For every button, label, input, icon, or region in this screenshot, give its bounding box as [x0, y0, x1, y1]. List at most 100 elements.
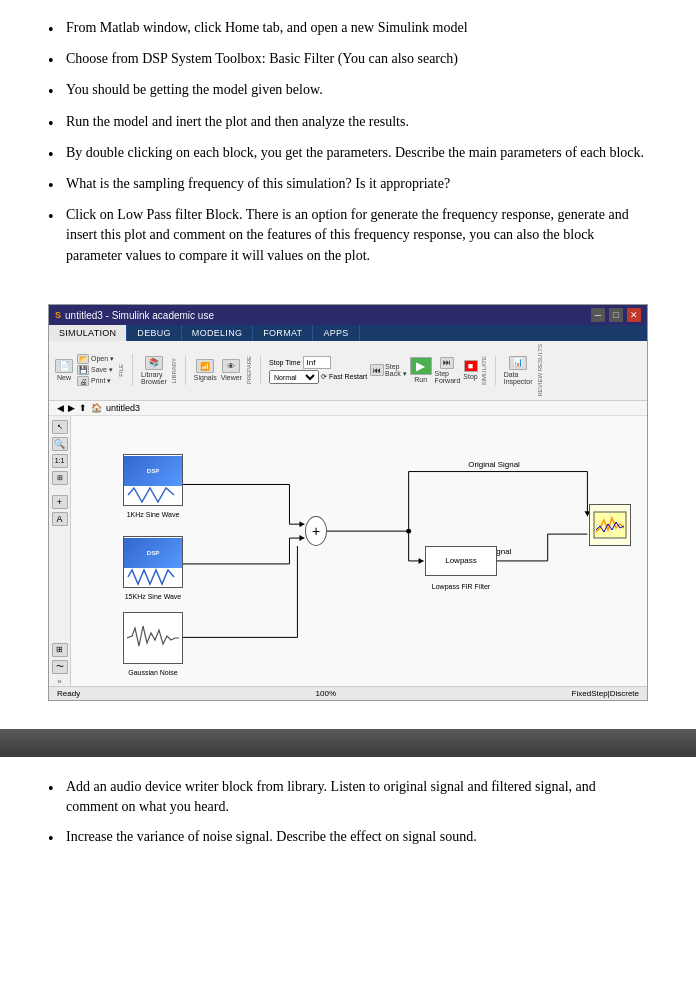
step-forward-label: StepForward [435, 370, 461, 384]
signals-label: Signals [194, 374, 217, 381]
signal-tool[interactable]: 〜 [52, 660, 68, 674]
library-label: LibraryBrowser [141, 371, 167, 385]
list-item: • Choose from DSP System Toolbox: Basic … [48, 49, 648, 70]
lowpass-block[interactable]: LowpassLowpass FIR Filter [425, 546, 497, 576]
print-button[interactable]: 🖨 Print ▾ [77, 376, 114, 386]
adder-block[interactable]: + [305, 516, 327, 546]
viewer-label: Viewer [221, 374, 242, 381]
nav-up-icon[interactable]: ⬆ [79, 403, 87, 413]
run-button[interactable]: ▶ Run [410, 357, 432, 383]
step-signals-button[interactable]: 📶 Signals [194, 359, 217, 381]
new-icon: 📄 [55, 359, 73, 373]
open-label: Open ▾ [91, 355, 114, 363]
simulink-breadcrumb: ◀ ▶ ⬆ 🏠 untitled3 [49, 401, 647, 416]
sine1-block[interactable]: DSP 1KHz Sine Wave [123, 454, 183, 506]
select-tool[interactable]: ↖ [52, 420, 68, 434]
tab-debug[interactable]: DEBUG [127, 325, 182, 341]
signals-icon: 📶 [196, 359, 214, 373]
tab-modeling[interactable]: MODELING [182, 325, 253, 341]
fast-restart-label: ⟳ Fast Restart [321, 373, 367, 381]
step-back-button[interactable]: ⏮ StepBack ▾ [370, 363, 407, 378]
sine1-label: 1KHz Sine Wave [113, 511, 193, 518]
svg-marker-19 [419, 558, 424, 564]
add-viewer-button[interactable]: 👁 Viewer [221, 359, 242, 381]
data-inspector-label: DataInspector [504, 371, 533, 385]
simulate-group: Stop Time Normal ⟳ Fast Restart ⏮ StepBa… [269, 356, 496, 386]
maximize-button[interactable]: □ [609, 308, 623, 322]
run-icon: ▶ [410, 357, 432, 375]
simulink-diagram: Original Signal filtered Signal DSP 1KHz… [71, 416, 647, 686]
bullet-dot: • [48, 114, 66, 133]
new-button[interactable]: 📄 New [55, 359, 73, 381]
nav-forward-icon[interactable]: ▶ [68, 403, 75, 413]
new-label: New [57, 374, 71, 381]
simulink-statusbar: Ready 100% FixedStep|Discrete [49, 686, 647, 700]
bottom-bullet-list: • Add an audio device writer block from … [48, 777, 648, 849]
print-icon: 🖨 [77, 376, 89, 386]
zoom-1-tool[interactable]: 1:1 [52, 454, 68, 468]
data-inspector-button[interactable]: 📊 DataInspector [504, 356, 533, 385]
bullet-text: Choose from DSP System Toolbox: Basic Fi… [66, 49, 648, 69]
bullet-dot: • [48, 829, 66, 848]
stop-button[interactable]: ■ Stop [463, 360, 477, 380]
run-label: Run [414, 376, 427, 383]
bullet-text: From Matlab window, click Home tab, and … [66, 18, 648, 38]
zoom-fit-tool[interactable]: ⊞ [52, 471, 68, 485]
svg-point-23 [406, 528, 411, 533]
save-button[interactable]: 💾 Save ▾ [77, 365, 114, 375]
file-group: 📄 New 📂 Open ▾ 💾 Save ▾ 🖨 Print ▾ [55, 354, 133, 386]
simulink-toolbar: 📄 New 📂 Open ▾ 💾 Save ▾ 🖨 Print ▾ [49, 341, 647, 401]
open-button[interactable]: 📂 Open ▾ [77, 354, 114, 364]
simulink-icon: S [55, 310, 61, 320]
noise-icon [124, 613, 182, 663]
list-item: • By double clicking on each block, you … [48, 143, 648, 164]
nav-home-icon[interactable]: 🏠 [91, 403, 102, 413]
list-item: • Add an audio device writer block from … [48, 777, 648, 818]
list-item: • Increase the variance of noise signal.… [48, 827, 648, 848]
bullet-text: Increase the variance of noise signal. D… [66, 827, 648, 847]
tab-format[interactable]: FORMAT [253, 325, 313, 341]
lowpass-filter-sublabel: Lowpass FIR Filter [432, 583, 490, 590]
simulink-tabs: SIMULATION DEBUG MODELING FORMAT APPS [49, 325, 647, 341]
list-item: • You should be getting the model given … [48, 80, 648, 101]
lowpass-text: Lowpass [445, 556, 477, 565]
sim-left-toolbar: ↖ 🔍 1:1 ⊞ + A ⊞ 〜 » [49, 416, 71, 686]
status-ready: Ready [57, 689, 80, 698]
separator-bar [0, 729, 696, 757]
bullet-dot: • [48, 51, 66, 70]
bullet-text: Run the model and inert the plot and the… [66, 112, 648, 132]
bullet-dot: • [48, 779, 66, 798]
scope-block[interactable] [589, 504, 631, 546]
solver-select[interactable]: Normal [269, 370, 319, 384]
zoom-in-tool[interactable]: 🔍 [52, 437, 68, 451]
simulink-title: untitled3 - Simulink academic use [65, 310, 214, 321]
noise-block[interactable]: Gaussian Noise [123, 612, 183, 664]
step-forward-icon: ⏭ [440, 357, 454, 369]
list-item: • Click on Low Pass filter Block. There … [48, 205, 648, 266]
grid-tool[interactable]: ⊞ [52, 643, 68, 657]
connect-tool[interactable]: + [52, 495, 68, 509]
annotation-tool[interactable]: A [52, 512, 68, 526]
bottom-section: • Add an audio device writer block from … [0, 757, 696, 877]
more-icon[interactable]: » [57, 677, 61, 686]
close-button[interactable]: ✕ [627, 308, 641, 322]
open-icon: 📂 [77, 354, 89, 364]
sine2-block[interactable]: DSP 15KHz Sine Wave [123, 536, 183, 588]
minimize-button[interactable]: ─ [591, 308, 605, 322]
svg-marker-18 [299, 535, 304, 541]
status-zoom: 100% [316, 689, 336, 698]
stop-time-input[interactable] [303, 356, 331, 369]
library-browser-button[interactable]: 📚 LibraryBrowser [141, 356, 167, 385]
simulink-canvas[interactable]: ↖ 🔍 1:1 ⊞ + A ⊞ 〜 » [49, 416, 647, 686]
step-forward-button[interactable]: ⏭ StepForward [435, 357, 461, 384]
top-bullet-list: • From Matlab window, click Home tab, an… [48, 18, 648, 266]
svg-text:Original Signal: Original Signal [468, 459, 520, 468]
tab-apps[interactable]: APPS [313, 325, 359, 341]
simulink-window[interactable]: S untitled3 - Simulink academic use ─ □ … [48, 304, 648, 701]
nav-back-icon[interactable]: ◀ [57, 403, 64, 413]
step-back-label: StepBack ▾ [385, 363, 407, 378]
scope-svg [592, 510, 628, 540]
bullet-dot: • [48, 176, 66, 195]
tab-simulation[interactable]: SIMULATION [49, 325, 127, 341]
bullet-dot: • [48, 20, 66, 39]
